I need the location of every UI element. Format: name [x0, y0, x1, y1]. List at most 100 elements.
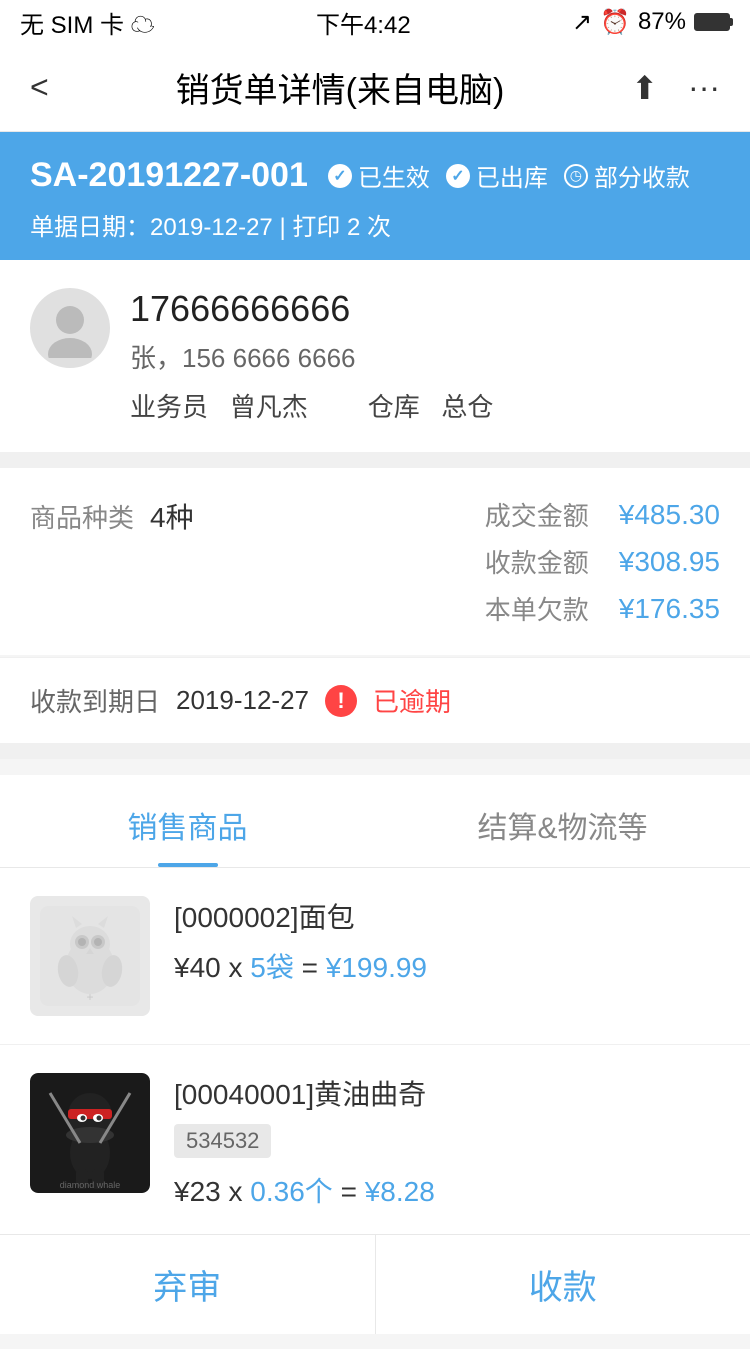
product-name-1: [0000002]面包 — [174, 896, 720, 936]
battery-icon — [694, 13, 730, 31]
multiply-sign-1: x — [229, 952, 251, 983]
overdue-label: 收款到期日 — [30, 682, 160, 719]
product-list: + [0000002]面包 ¥40 x 5袋 = ¥199.99 — [0, 868, 750, 1239]
page-title: 销货单详情(来自电脑) — [176, 63, 505, 112]
badge-partial-label: 部分收款 — [594, 158, 690, 193]
equals-sign-1: = — [302, 952, 326, 983]
avatar-icon — [40, 298, 100, 358]
status-bar: 无 SIM 卡 ☁ 下午4:42 ↗ ⏰ 87% — [0, 0, 750, 44]
customer-id: 17666666666 — [130, 288, 720, 330]
order-number-row: SA-20191227-001 ✓ 已生效 ✓ 已出库 ◷ 部分收款 — [30, 156, 720, 195]
stats-row: 商品种类 4种 成交金额 ¥485.30 收款金额 ¥308.95 本单欠款 ¥… — [30, 496, 720, 627]
overdue-date: 2019-12-27 — [176, 685, 309, 716]
customer-name: 张，156 6666 6666 — [130, 338, 720, 375]
tab-settlement[interactable]: 结算&物流等 — [375, 775, 750, 867]
product-item-1: + [0000002]面包 ¥40 x 5袋 = ¥199.99 — [0, 868, 750, 1045]
avatar — [30, 288, 110, 368]
alarm-icon: ⏰ — [600, 8, 630, 37]
product-qty-2: 0.36个 — [250, 1176, 333, 1207]
product-name-2: [00040001]黄油曲奇 — [174, 1073, 720, 1113]
check-icon-2: ✓ — [446, 164, 470, 188]
receipt-amount-row: 收款金额 ¥308.95 — [485, 543, 720, 580]
product-item-2: diamond whale [00040001]黄油曲奇 534532 ¥23 … — [0, 1045, 750, 1239]
product-price-2: ¥23 x 0.36个 = ¥8.28 — [174, 1170, 720, 1210]
stats-section: 商品种类 4种 成交金额 ¥485.30 收款金额 ¥308.95 本单欠款 ¥… — [0, 468, 750, 655]
multiply-sign-2: x — [229, 1176, 251, 1207]
warehouse-name: 总仓 — [441, 392, 493, 422]
deal-label: 成交金额 — [485, 496, 589, 533]
tab-settlement-label: 结算&物流等 — [477, 812, 647, 845]
tab-sales-label: 销售商品 — [128, 812, 248, 845]
stats-right: 成交金额 ¥485.30 收款金额 ¥308.95 本单欠款 ¥176.35 — [485, 496, 720, 627]
badge-shipped-label: 已出库 — [476, 158, 548, 193]
clock-icon: ◷ — [564, 164, 588, 188]
status-time: 下午4:42 — [316, 5, 411, 40]
tabs-row: 销售商品 结算&物流等 — [0, 775, 750, 868]
product-qty-1: 5袋 — [250, 952, 294, 983]
order-meta: 单据日期：2019-12-27 | 打印 2 次 — [30, 207, 720, 242]
product-price-1: ¥40 x 5袋 = ¥199.99 — [174, 946, 720, 986]
price-base-2: ¥23 — [174, 1176, 221, 1207]
owed-value: ¥176.35 — [619, 593, 720, 625]
share-button[interactable]: ⬆ — [631, 69, 658, 107]
status-right: ↗ ⏰ 87% — [572, 8, 730, 37]
tab-sales-products[interactable]: 销售商品 — [0, 775, 375, 867]
type-label: 商品种类 — [30, 498, 134, 535]
svg-text:+: + — [86, 990, 93, 1004]
warehouse-info: 仓库 总仓 — [368, 387, 494, 424]
signal-text: 无 SIM 卡 ☁ — [20, 5, 155, 40]
product-total-2: ¥8.28 — [365, 1176, 435, 1207]
staff-info: 业务员 曾凡杰 — [130, 387, 308, 424]
order-header: SA-20191227-001 ✓ 已生效 ✓ 已出库 ◷ 部分收款 单据日期：… — [0, 132, 750, 260]
overdue-status-text: 已逾期 — [373, 682, 451, 719]
location-icon: ↗ — [572, 8, 592, 37]
equals-sign-2: = — [341, 1176, 365, 1207]
tabs-section: 销售商品 结算&物流等 — [0, 775, 750, 868]
badge-effective-label: 已生效 — [358, 158, 430, 193]
product-tag-2: 534532 — [174, 1124, 271, 1158]
owed-label: 本单欠款 — [485, 590, 589, 627]
type-count: 4种 — [150, 496, 194, 536]
product-thumb-2: diamond whale — [30, 1073, 150, 1193]
receipt-value: ¥308.95 — [619, 546, 720, 578]
collect-button[interactable]: 收款 — [376, 1235, 750, 1334]
badge-partial: ◷ 部分收款 — [564, 158, 690, 193]
staff-label: 业务员 — [130, 392, 208, 422]
more-button[interactable]: ··· — [688, 69, 720, 106]
reject-button[interactable]: 弃审 — [0, 1235, 376, 1334]
svg-text:diamond whale: diamond whale — [60, 1180, 121, 1190]
product-thumb-1: + — [30, 896, 150, 1016]
deal-value: ¥485.30 — [619, 499, 720, 531]
battery-text: 87% — [638, 8, 686, 36]
badge-effective: ✓ 已生效 — [328, 158, 430, 193]
customer-staff: 业务员 曾凡杰 仓库 总仓 — [130, 387, 720, 424]
customer-info: 17666666666 张，156 6666 6666 业务员 曾凡杰 仓库 总… — [130, 288, 720, 424]
order-print: | 打印 2 次 — [279, 214, 391, 241]
product-info-2: [00040001]黄油曲奇 534532 ¥23 x 0.36个 = ¥8.2… — [174, 1073, 720, 1210]
nav-actions: ⬆ ··· — [631, 69, 720, 107]
product-info-1: [0000002]面包 ¥40 x 5袋 = ¥199.99 — [174, 896, 720, 986]
product-total-1: ¥199.99 — [326, 952, 427, 983]
customer-section: 17666666666 张，156 6666 6666 业务员 曾凡杰 仓库 总… — [0, 260, 750, 452]
status-left: 无 SIM 卡 ☁ — [20, 5, 155, 40]
price-base-1: ¥40 — [174, 952, 221, 983]
bottom-bar: 弃审 收款 — [0, 1234, 750, 1334]
overdue-warning-icon: ! — [325, 685, 357, 717]
divider-2 — [0, 743, 750, 759]
staff-name: 曾凡杰 — [230, 392, 308, 422]
badge-shipped: ✓ 已出库 — [446, 158, 548, 193]
order-date: 单据日期：2019-12-27 — [30, 214, 273, 241]
back-button[interactable]: < — [30, 69, 49, 106]
overdue-section: 收款到期日 2019-12-27 ! 已逾期 — [0, 657, 750, 743]
receipt-label: 收款金额 — [485, 543, 589, 580]
product-image-ninja: diamond whale — [30, 1073, 150, 1193]
nav-bar: < 销货单详情(来自电脑) ⬆ ··· — [0, 44, 750, 132]
status-badges: ✓ 已生效 ✓ 已出库 ◷ 部分收款 — [328, 158, 690, 193]
divider-1 — [0, 452, 750, 468]
owed-amount-row: 本单欠款 ¥176.35 — [485, 590, 720, 627]
warehouse-label: 仓库 — [368, 392, 420, 422]
deal-amount-row: 成交金额 ¥485.30 — [485, 496, 720, 533]
stats-left: 商品种类 4种 — [30, 496, 194, 536]
check-icon-1: ✓ — [328, 164, 352, 188]
order-number: SA-20191227-001 — [30, 156, 308, 195]
